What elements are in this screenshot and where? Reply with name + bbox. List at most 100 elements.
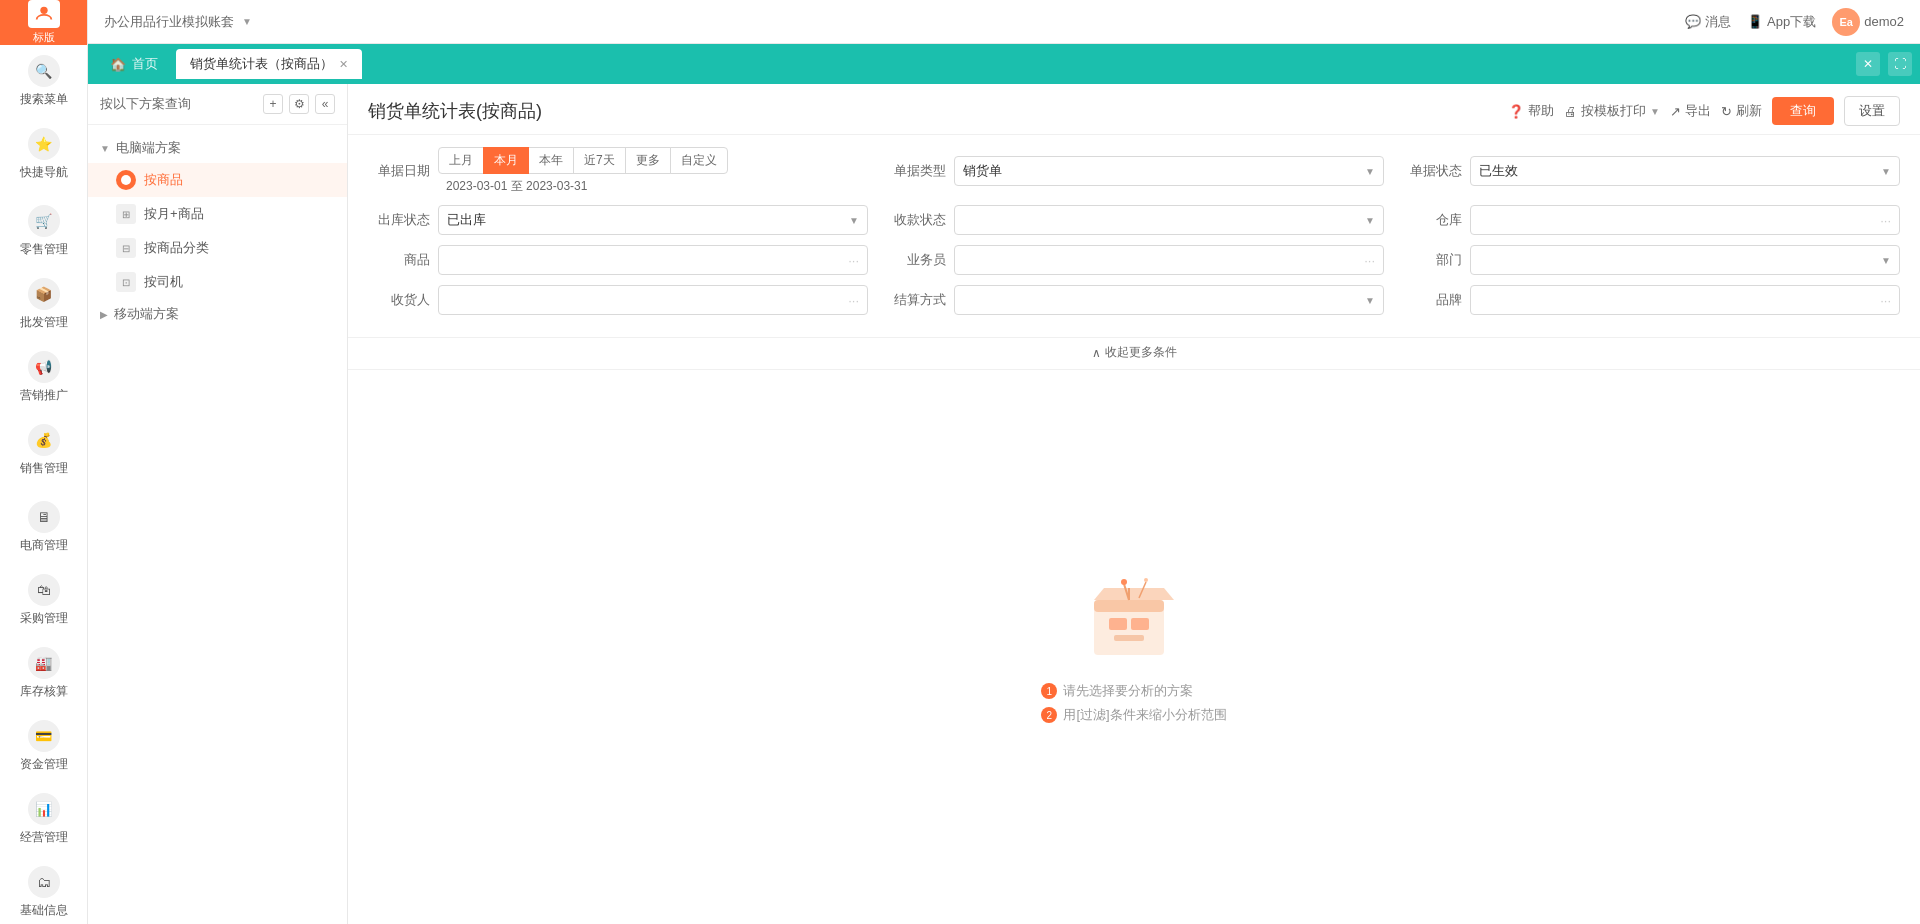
sidebar-item-marketing[interactable]: 📢 营销推广 [0,341,88,414]
doc-status-select[interactable]: 已生效 ▼ [1470,156,1900,186]
step-1-text: 请先选择要分析的方案 [1063,682,1193,700]
query-button[interactable]: 查询 [1772,97,1834,125]
tree-item-by-cashier[interactable]: ⊡ 按司机 [88,265,347,299]
wholesale-icon: 📦 [28,278,60,310]
empty-illustration [1074,570,1194,670]
tab-bar-actions: ✕ ⛶ [1856,52,1912,76]
svg-rect-3 [1094,600,1164,612]
refresh-link[interactable]: ↻ 刷新 [1721,102,1762,120]
shortcuts-icon: ⭐ [28,128,60,160]
salesperson-dots[interactable]: ··· [1364,253,1375,268]
sidebar-item-ecommerce[interactable]: 🖥 电商管理 [0,491,88,564]
user-profile[interactable]: Ea demo2 [1832,8,1904,36]
tab-sales-stats[interactable]: 销货单统计表（按商品） ✕ [176,49,362,79]
sidebar-item-basic[interactable]: 🗂 基础信息 [0,856,88,924]
panel-actions: + ⚙ « [263,94,335,114]
message-btn[interactable]: 💬 消息 [1685,13,1731,31]
sidebar-item-retail[interactable]: 🛒 零售管理 [0,195,88,268]
warehouse-input[interactable]: ··· [1470,205,1900,235]
sidebar-item-finance[interactable]: 💳 资金管理 [0,710,88,783]
app-download-label: App下载 [1767,13,1816,31]
consignee-input[interactable]: ··· [438,285,868,315]
panel-settings-btn[interactable]: ⚙ [289,94,309,114]
product-label: 商品 [368,251,438,269]
date-filter: 上月 本月 本年 近7天 更多 自定义 [438,147,868,174]
logo-icon [28,0,60,28]
print-link[interactable]: 🖨 按模板打印 ▼ [1564,102,1660,120]
date-btn-this-month[interactable]: 本月 [483,147,529,174]
settings-button[interactable]: 设置 [1844,96,1900,126]
tab-sales-label: 销货单统计表（按商品） [190,55,333,73]
operations-icon: 📊 [28,793,60,825]
doc-type-select[interactable]: 销货单 ▼ [954,156,1384,186]
empty-step-1: 1 请先选择要分析的方案 [1041,682,1226,700]
sidebar-label-sales: 销售管理 [20,460,68,477]
empty-steps: 1 请先选择要分析的方案 2 用[过滤]条件来缩小分析范围 [1041,682,1226,724]
print-label: 按模板打印 [1581,102,1646,120]
tree-category-mobile[interactable]: ▶ 移动端方案 [88,299,347,329]
page-header: 销货单统计表(按商品) ❓ 帮助 🖨 按模板打印 ▼ ↗ 导出 [348,84,1920,135]
sidebar-item-search[interactable]: 🔍 搜索菜单 [0,45,88,118]
app-download-btn[interactable]: 📱 App下载 [1747,13,1816,31]
tab-close-all-btn[interactable]: ✕ [1856,52,1880,76]
product-filter-cell: 商品 ··· [368,245,868,275]
app-logo: 标版 [0,0,88,45]
main-area: 办公用品行业模拟账套 ▼ 💬 消息 📱 App下载 Ea demo2 🏠 首页 … [88,0,1920,924]
sidebar-item-sales[interactable]: 💰 销售管理 [0,414,88,487]
sidebar-label-search: 搜索菜单 [20,91,68,108]
panel-collapse-btn[interactable]: « [315,94,335,114]
industry-label: 办公用品行业模拟账套 [104,13,234,31]
date-btn-custom[interactable]: 自定义 [670,147,728,174]
warehouse-dots[interactable]: ··· [1880,213,1891,228]
svg-point-1 [121,175,131,185]
out-status-select[interactable]: 已出库 ▼ [438,205,868,235]
consignee-filter-cell: 收货人 ··· [368,285,868,315]
tree-item-by-product[interactable]: 按商品 [88,163,347,197]
help-link[interactable]: ❓ 帮助 [1508,102,1554,120]
out-status-filter-cell: 出库状态 已出库 ▼ [368,205,868,235]
tree-item-by-product-label: 按商品 [144,171,183,189]
sidebar-item-operations[interactable]: 📊 经营管理 [0,783,88,856]
date-label: 单据日期 [368,162,438,180]
date-btn-last-month[interactable]: 上月 [438,147,484,174]
header-left: 办公用品行业模拟账套 ▼ [104,13,252,31]
marketing-icon: 📢 [28,351,60,383]
product-input[interactable]: ··· [438,245,868,275]
tab-close-btn[interactable]: ✕ [339,58,348,71]
sidebar-label-operations: 经营管理 [20,829,68,846]
sidebar-label-basic: 基础信息 [20,902,68,919]
sidebar-item-wholesale[interactable]: 📦 批发管理 [0,268,88,341]
tree-category-desktop[interactable]: ▼ 电脑端方案 [88,133,347,163]
collapse-bar[interactable]: ∧ 收起更多条件 [348,338,1920,370]
month-product-icon: ⊞ [116,204,136,224]
tab-home[interactable]: 🏠 首页 [96,49,172,79]
date-filter-cell: 单据日期 上月 本月 本年 近7天 更多 自定义 2023-03-01 至 20… [368,147,868,195]
print-arrow: ▼ [1650,106,1660,117]
sidebar-item-inventory[interactable]: 🏭 库存核算 [0,637,88,710]
date-btn-this-year[interactable]: 本年 [528,147,574,174]
department-arrow: ▼ [1881,255,1891,266]
panel-add-btn[interactable]: + [263,94,283,114]
doc-status-value: 已生效 [1479,162,1518,180]
collapse-up-icon: ∧ [1092,346,1101,360]
tab-fullscreen-btn[interactable]: ⛶ [1888,52,1912,76]
brand-dots[interactable]: ··· [1880,293,1891,308]
tree-item-by-month-product[interactable]: ⊞ 按月+商品 [88,197,347,231]
salesperson-input[interactable]: ··· [954,245,1384,275]
date-btn-7days[interactable]: 近7天 [573,147,626,174]
finance-icon: 💳 [28,720,60,752]
consignee-dots[interactable]: ··· [848,293,859,308]
doc-status-filter-cell: 单据状态 已生效 ▼ [1400,147,1900,195]
date-btn-more[interactable]: 更多 [625,147,671,174]
payment-method-filter-cell: 结算方式 ▼ [884,285,1384,315]
tree-item-by-category[interactable]: ⊟ 按商品分类 [88,231,347,265]
sidebar-item-purchase[interactable]: 🛍 采购管理 [0,564,88,637]
department-select[interactable]: ▼ [1470,245,1900,275]
sidebar-item-shortcuts[interactable]: ⭐ 快捷导航 [0,118,88,191]
product-dots[interactable]: ··· [848,253,859,268]
payment-status-select[interactable]: ▼ [954,205,1384,235]
export-link[interactable]: ↗ 导出 [1670,102,1711,120]
payment-method-select[interactable]: ▼ [954,285,1384,315]
brand-input[interactable]: ··· [1470,285,1900,315]
industry-dropdown-arrow[interactable]: ▼ [242,16,252,27]
